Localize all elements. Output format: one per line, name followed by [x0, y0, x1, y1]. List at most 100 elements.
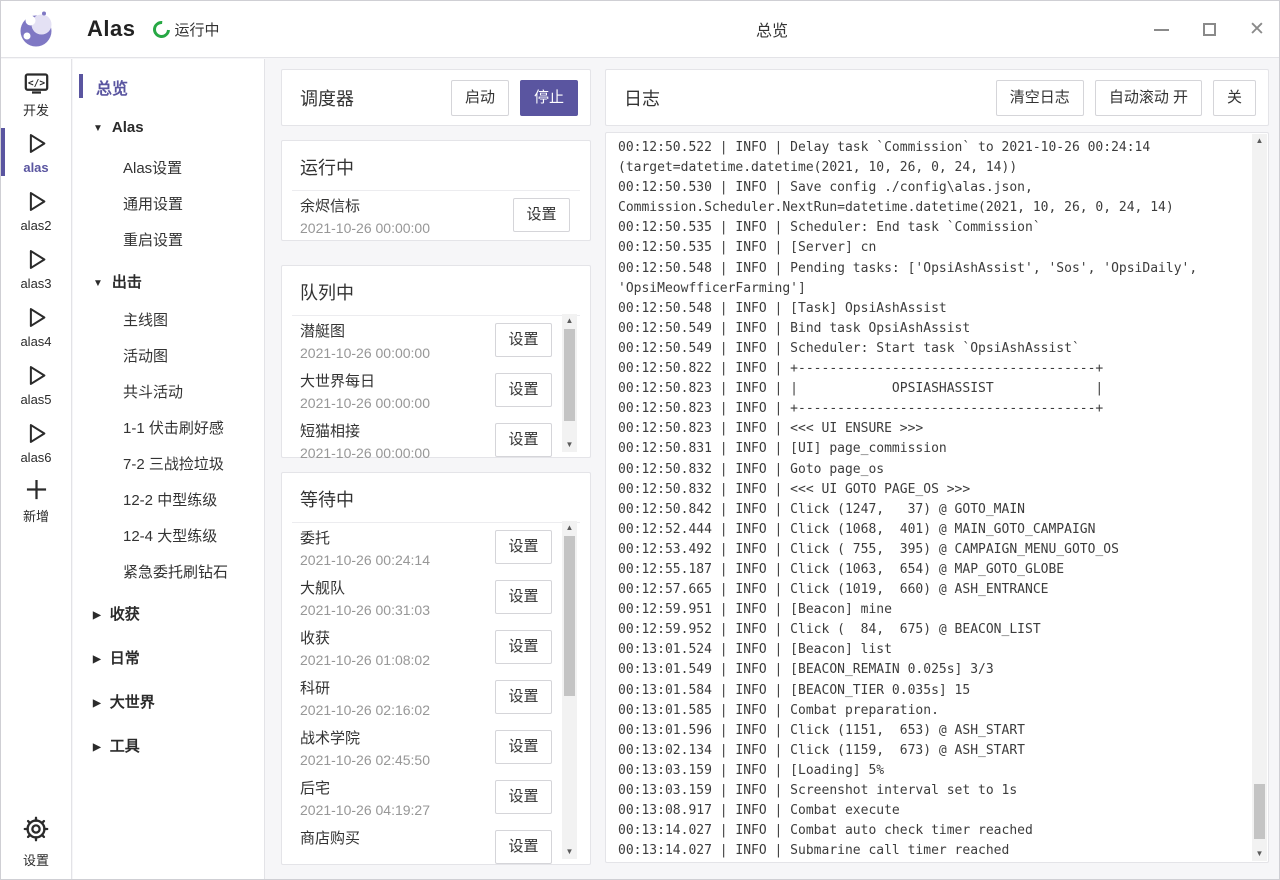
nav-group-label: 工具 — [110, 738, 140, 755]
sidebar-item-label: alas4 — [20, 334, 51, 349]
scroll-up-icon[interactable]: ▲ — [562, 521, 577, 535]
sidebar-item-settings[interactable]: 设置 — [1, 813, 71, 871]
task-settings-button[interactable]: 设置 — [495, 323, 552, 357]
task-next-run-time: 2021-10-26 00:00:00 — [300, 217, 490, 239]
sidebar-item-alas5[interactable]: alas5 — [1, 355, 71, 413]
nav-group-Alas[interactable]: ▼Alas — [73, 109, 264, 149]
log-clear-button[interactable]: 清空日志 — [996, 80, 1084, 116]
sidebar-item-label: 新增 — [23, 506, 49, 525]
scheduler-status-text: 运行中 — [174, 19, 219, 40]
nav-group-工具[interactable]: ▶工具 — [73, 725, 264, 765]
queued-task-list: 潜艇图2021-10-26 00:00:00设置大世界每日2021-10-26 … — [282, 316, 590, 462]
log-autoscroll-button[interactable]: 自动滚动 开 — [1095, 80, 1202, 116]
nav-item-12-2 中型练级[interactable]: 12-2 中型练级 — [73, 481, 264, 517]
nav-group-出击[interactable]: ▼出击 — [73, 261, 264, 301]
task-row: 商店购买设置 — [282, 823, 590, 869]
triangle-right-icon: ▶ — [93, 654, 101, 665]
running-task-list: 余烬信标2021-10-26 00:00:00设置 — [282, 191, 590, 245]
nav-item-共斗活动[interactable]: 共斗活动 — [73, 373, 264, 409]
task-row: 战术学院2021-10-26 02:45:50设置 — [282, 723, 590, 773]
log-off-button[interactable]: 关 — [1213, 80, 1256, 116]
task-row: 大舰队2021-10-26 00:31:03设置 — [282, 573, 590, 623]
sidebar-item-alas2[interactable]: alas2 — [1, 181, 71, 239]
gear-icon — [22, 815, 50, 848]
task-next-run-time: 2021-10-26 02:16:02 — [300, 699, 490, 721]
nav-item-主线图[interactable]: 主线图 — [73, 301, 264, 337]
nav-item-活动图[interactable]: 活动图 — [73, 337, 264, 373]
play-icon — [23, 130, 50, 158]
task-settings-button[interactable]: 设置 — [495, 530, 552, 564]
sidebar-item-alas6[interactable]: alas6 — [1, 413, 71, 471]
sidebar-item-label: alas5 — [20, 392, 51, 407]
task-row: 余烬信标2021-10-26 00:00:00设置 — [282, 191, 590, 241]
task-settings-button[interactable]: 设置 — [495, 580, 552, 614]
nav-group-收获[interactable]: ▶收获 — [73, 593, 264, 633]
scroll-down-icon[interactable]: ▼ — [1252, 847, 1267, 861]
queued-scrollbar[interactable]: ▲ ▼ — [562, 314, 577, 452]
task-next-run-time: 2021-10-26 00:31:03 — [300, 599, 490, 621]
scroll-up-icon[interactable]: ▲ — [1252, 134, 1267, 148]
nav-item-紧急委托刷钻石[interactable]: 紧急委托刷钻石 — [73, 553, 264, 589]
nav-item-7-2 三战捡垃圾[interactable]: 7-2 三战捡垃圾 — [73, 445, 264, 481]
task-settings-button[interactable]: 设置 — [495, 830, 552, 864]
window-controls: ✕ — [1149, 1, 1269, 58]
page-title: 总览 — [265, 17, 1279, 41]
task-name: 大舰队 — [300, 578, 490, 599]
scheduler-stop-button[interactable]: 停止 — [520, 80, 578, 116]
task-next-run-time: 2021-10-26 00:24:14 — [300, 549, 490, 571]
sidebar-item-新增[interactable]: 新增 — [1, 471, 71, 529]
nav-item-重启设置[interactable]: 重启设置 — [73, 221, 264, 257]
task-settings-button[interactable]: 设置 — [495, 423, 552, 457]
sidebar-item-alas4[interactable]: alas4 — [1, 297, 71, 355]
sidebar-item-alas3[interactable]: alas3 — [1, 239, 71, 297]
waiting-card: 等待中 委托2021-10-26 00:24:14设置大舰队2021-10-26… — [281, 472, 591, 865]
log-panel: 00:12:50.522 | INFO | Delay task `Commis… — [605, 132, 1269, 863]
sidebar-item-label: 开发 — [23, 100, 49, 119]
minimize-button[interactable] — [1149, 18, 1173, 42]
waiting-scrollbar[interactable]: ▲ ▼ — [562, 521, 577, 859]
nav-item-12-4 大型练级[interactable]: 12-4 大型练级 — [73, 517, 264, 553]
running-spinner-icon — [150, 17, 174, 41]
running-card-title: 运行中 — [282, 141, 590, 190]
nav-group-label: 大世界 — [110, 694, 155, 711]
scroll-down-icon[interactable]: ▼ — [562, 845, 577, 859]
nav-group-日常[interactable]: ▶日常 — [73, 637, 264, 677]
task-settings-button[interactable]: 设置 — [495, 630, 552, 664]
scroll-up-icon[interactable]: ▲ — [562, 314, 577, 328]
triangle-right-icon: ▶ — [93, 698, 101, 709]
task-row: 潜艇图2021-10-26 00:00:00设置 — [282, 316, 590, 366]
nav-item-1-1 伏击刷好感[interactable]: 1-1 伏击刷好感 — [73, 409, 264, 445]
task-row: 委托2021-10-26 00:24:14设置 — [282, 523, 590, 573]
task-name: 后宅 — [300, 778, 490, 799]
nav-item-Alas设置[interactable]: Alas设置 — [73, 149, 264, 185]
scrollbar-thumb[interactable] — [564, 329, 575, 421]
maximize-button[interactable] — [1197, 18, 1221, 42]
task-name: 战术学院 — [300, 728, 490, 749]
waiting-card-title: 等待中 — [282, 473, 590, 522]
triangle-right-icon: ▶ — [93, 610, 101, 621]
task-settings-button[interactable]: 设置 — [495, 680, 552, 714]
nav-item-通用设置[interactable]: 通用设置 — [73, 185, 264, 221]
scrollbar-thumb[interactable] — [1254, 784, 1265, 839]
task-next-run-time: 2021-10-26 04:19:27 — [300, 799, 490, 821]
play-icon — [23, 362, 50, 390]
sidebar-item-alas[interactable]: alas — [1, 123, 71, 181]
task-next-run-time: 2021-10-26 00:00:00 — [300, 442, 490, 462]
waiting-task-list: 委托2021-10-26 00:24:14设置大舰队2021-10-26 00:… — [282, 523, 590, 869]
sidebar-item-开发[interactable]: </>开发 — [1, 65, 71, 123]
scrollbar-thumb[interactable] — [564, 536, 575, 696]
scheduler-start-button[interactable]: 启动 — [451, 80, 509, 116]
close-button[interactable]: ✕ — [1245, 18, 1269, 42]
task-settings-button[interactable]: 设置 — [513, 198, 570, 232]
nav-group-大世界[interactable]: ▶ 大世界 — [73, 681, 264, 721]
sidebar-item-label: alas3 — [20, 276, 51, 291]
task-settings-button[interactable]: 设置 — [495, 730, 552, 764]
queued-card: 队列中 潜艇图2021-10-26 00:00:00设置大世界每日2021-10… — [281, 265, 591, 458]
scroll-down-icon[interactable]: ▼ — [562, 438, 577, 452]
nav-item-总览[interactable]: 总览 — [73, 67, 264, 105]
play-icon — [23, 246, 50, 274]
task-settings-button[interactable]: 设置 — [495, 373, 552, 407]
log-scrollbar[interactable]: ▲ ▼ — [1252, 134, 1267, 861]
task-settings-button[interactable]: 设置 — [495, 780, 552, 814]
queued-card-title: 队列中 — [282, 266, 590, 315]
